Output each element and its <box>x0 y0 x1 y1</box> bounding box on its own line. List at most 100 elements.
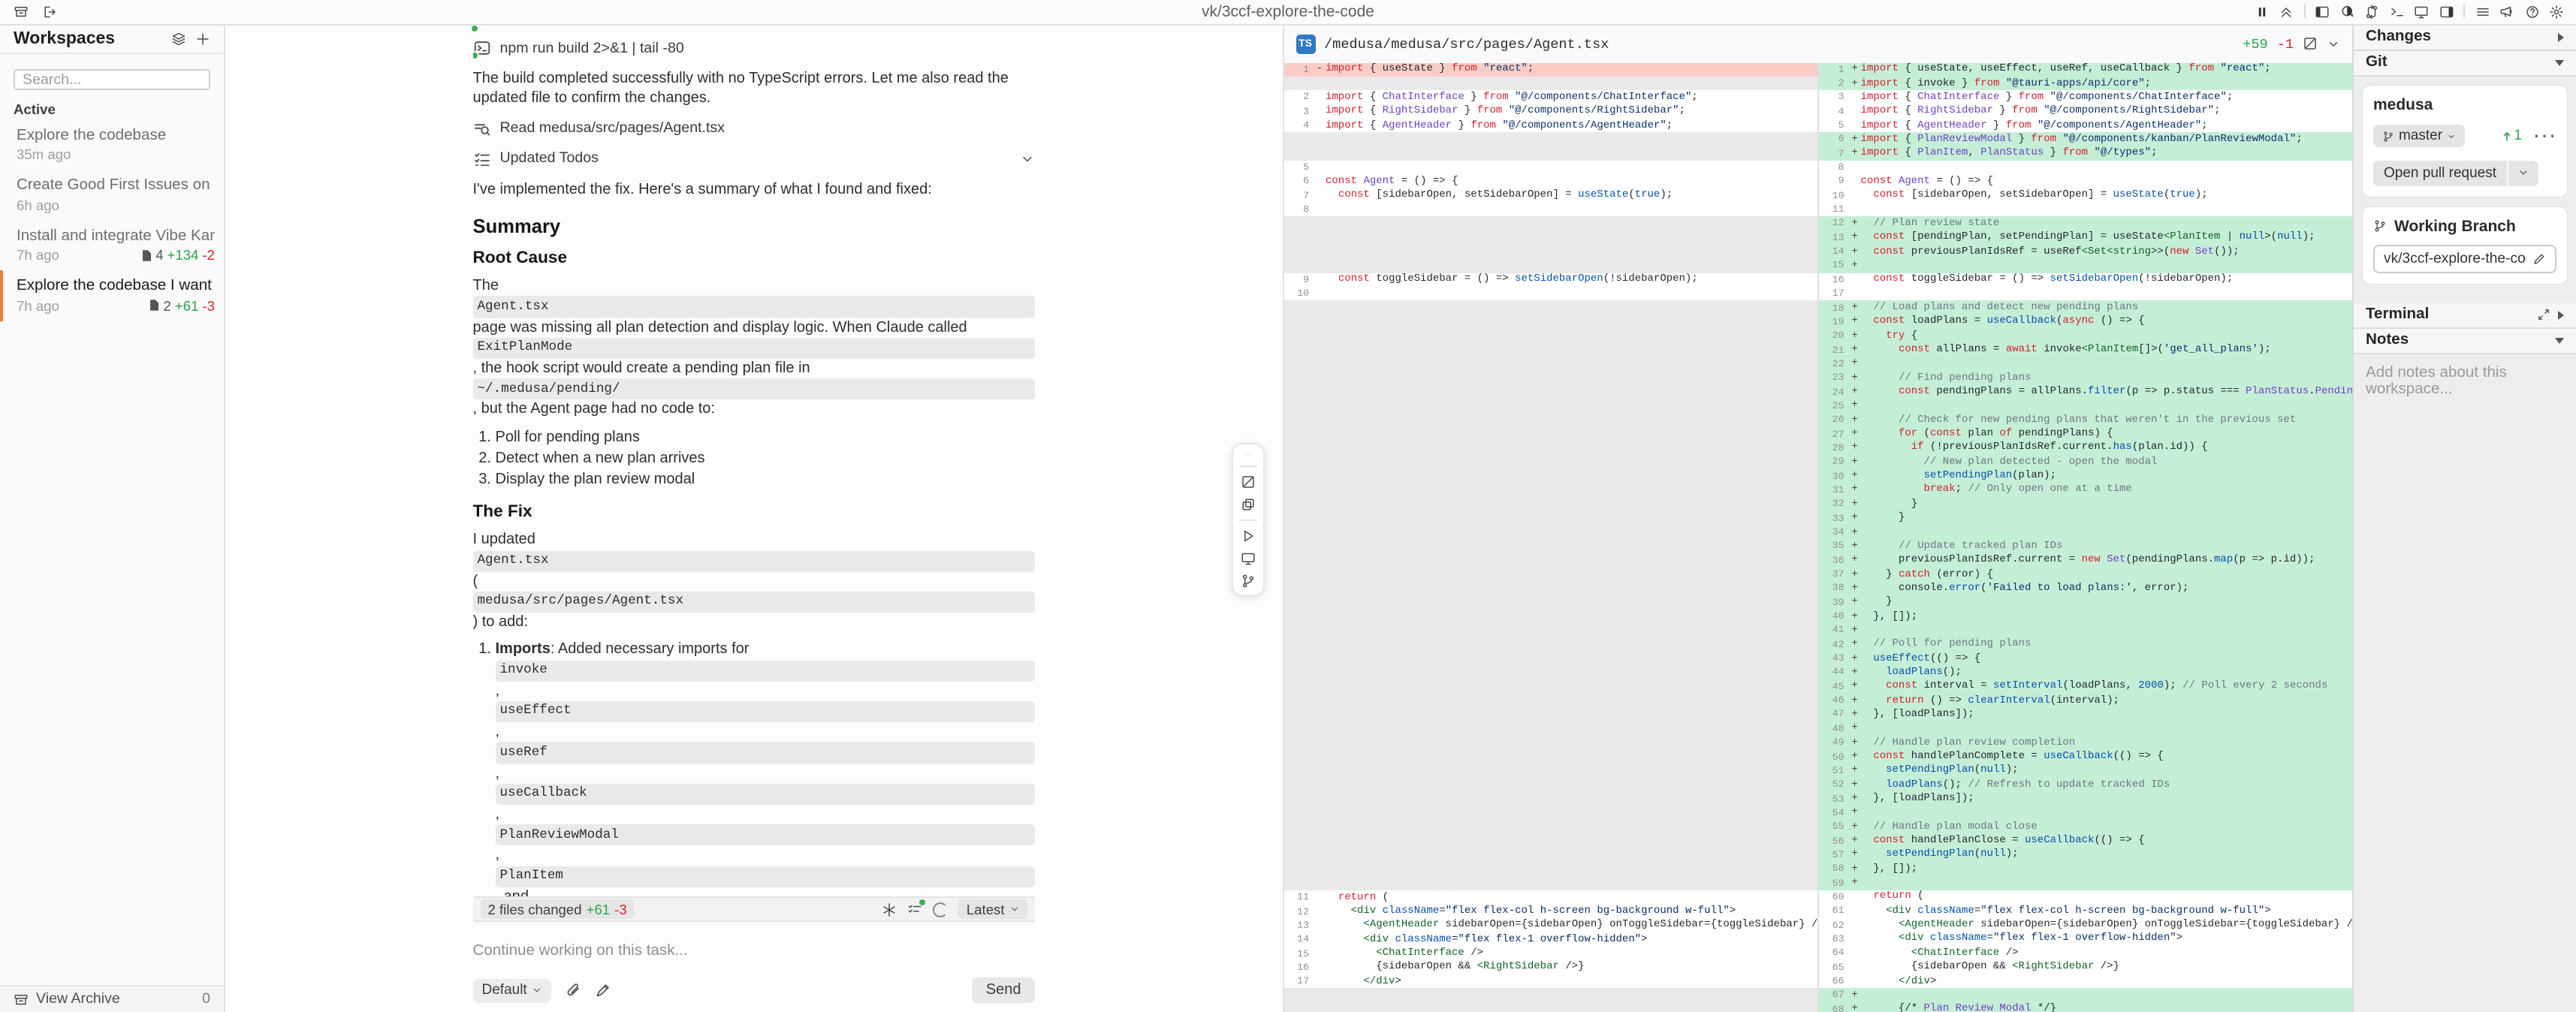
collapse-file-icon[interactable] <box>2327 37 2340 50</box>
read-icon <box>473 119 491 137</box>
panel-left-icon[interactable] <box>2315 5 2330 20</box>
diff-row: 12 <div className="flex flex-col h-scree… <box>1283 905 1817 919</box>
assistant-paragraph: I updated Agent.tsx (medusa/src/pages/Ag… <box>473 531 1035 633</box>
help-icon[interactable] <box>2524 5 2539 20</box>
titlebar: vk/3ccf-explore-the-code <box>0 0 2576 25</box>
diff-row: 27+ for (const plan of pendingPlans) { <box>1819 427 2353 441</box>
tool-call-row[interactable]: npm run build 2>&1 | tail -80 <box>473 38 1035 58</box>
inline-code: PlanReviewModal <box>496 824 1035 845</box>
message-input[interactable] <box>473 943 1035 959</box>
diff-row: 8 <box>1283 203 1817 217</box>
diff-row: 26+ // Check for new pending plans that … <box>1819 413 2353 427</box>
workspace-item[interactable]: Install and integrate Vibe Kanban Web C7… <box>0 220 224 270</box>
diff-spacer <box>1283 217 1817 273</box>
assistant-paragraph: I've implemented the fix. Here's a summa… <box>473 179 1035 199</box>
pr-dropdown-button[interactable] <box>2508 160 2538 185</box>
diff-row: 2+import { invoke } from "@tauri-apps/ap… <box>1819 77 2353 91</box>
gear-icon[interactable] <box>2549 5 2564 20</box>
diff-right-column: 1+import { useState, useEffect, useRef, … <box>1817 62 2353 1011</box>
changes-status-bar: 2 files changed +61 -3 Latest <box>473 896 1035 922</box>
diff-left-column: 1-import { useState } from "react";2impo… <box>1283 62 1817 1011</box>
section-notes[interactable]: Notes <box>2354 328 2576 354</box>
tool-call-row[interactable]: Read medusa/src/pages/Agent.tsx <box>473 119 1035 138</box>
collapse-sidebar-icon[interactable] <box>42 5 57 20</box>
branch-dropdown[interactable]: master <box>2373 125 2465 147</box>
git-branch-icon <box>2373 219 2387 233</box>
diff-row: 56+ const handlePlanClose = useCallback(… <box>1819 834 2353 848</box>
section-terminal[interactable]: Terminal <box>2354 303 2576 328</box>
divider <box>2463 5 2465 19</box>
pen-icon[interactable] <box>595 982 611 998</box>
layers-icon[interactable] <box>171 31 186 46</box>
menu-icon[interactable] <box>2475 5 2490 20</box>
theme-contrast-icon[interactable] <box>2339 5 2354 20</box>
tool-call-label: Updated Todos <box>500 149 599 169</box>
drag-handle-icon[interactable] <box>1241 450 1256 458</box>
expand-icon[interactable] <box>2537 308 2550 321</box>
diff-row: 6+import { PlanReviewModal } from "@/com… <box>1819 132 2353 146</box>
mode-dropdown[interactable]: Default <box>473 978 551 1002</box>
diff-row: 7+import { PlanItem, PlanStatus } from "… <box>1819 146 2353 161</box>
diff-row: 48+ <box>1819 721 2353 736</box>
diff-row: 13 <AgentHeader sidebarOpen={sidebarOpen… <box>1283 918 1817 932</box>
todo-green-dot <box>920 899 926 905</box>
section-changes[interactable]: Changes <box>2354 25 2576 50</box>
add-workspace-icon[interactable] <box>195 31 210 46</box>
spark-icon[interactable] <box>882 902 897 917</box>
notes-placeholder[interactable]: Add notes about this workspace... <box>2354 354 2576 408</box>
chevrons-up-icon[interactable] <box>2279 5 2294 20</box>
working-branch-card: Working Branch vk/3ccf-explore-the-code <box>2363 206 2567 283</box>
workspace-item[interactable]: Explore the codebase I want you to exp7h… <box>0 270 224 321</box>
archive-icon[interactable] <box>14 5 29 20</box>
git-label: Git <box>2366 54 2387 71</box>
send-button[interactable]: Send <box>973 977 1035 1003</box>
attach-icon[interactable] <box>565 982 581 998</box>
latest-dropdown[interactable]: Latest <box>959 899 1027 919</box>
diff-row: 31+ break; // Only open one at a time <box>1819 483 2353 498</box>
todos-status-icon[interactable] <box>908 902 923 917</box>
section-heading: The Fix <box>473 503 1035 523</box>
diff-row: 59+ <box>1819 876 2353 890</box>
open-pr-button[interactable]: Open pull request <box>2373 160 2507 185</box>
monitor-icon[interactable] <box>1241 551 1256 566</box>
more-options-icon[interactable]: ··· <box>2532 122 2556 149</box>
diff-row: 45+ const interval = setInterval(loadPla… <box>1819 679 2353 694</box>
workspace-item[interactable]: Create Good First Issues on Github So p6… <box>0 170 224 220</box>
workspace-item[interactable]: Explore the codebase35m ago <box>0 119 224 170</box>
play-icon[interactable] <box>1241 529 1256 544</box>
edit-pencil-icon[interactable] <box>2532 251 2546 265</box>
diff-split-view: 1-import { useState } from "react";2impo… <box>1283 62 2352 1011</box>
working-branch-input[interactable]: vk/3ccf-explore-the-code <box>2373 244 2556 273</box>
diff-row: 33+ } <box>1819 511 2353 526</box>
chat-transcript: npm run build 2>&1 | tail -80The build c… <box>473 28 1035 896</box>
search-input[interactable] <box>14 69 210 90</box>
view-archive-button[interactable]: View Archive 0 <box>0 985 224 1012</box>
diff-spacer <box>1283 989 1817 1011</box>
workspaces-header: Workspaces <box>0 25 224 53</box>
caret-down-icon <box>2555 59 2564 65</box>
diff-row: 9const Agent = () => { <box>1819 175 2353 189</box>
terminal-icon[interactable] <box>2389 5 2404 20</box>
workspaces-sidebar: Workspaces Active Explore the codebase35… <box>0 25 225 1012</box>
diff-row: 60 return ( <box>1819 890 2353 905</box>
latest-label: Latest <box>967 902 1005 917</box>
status-dot <box>472 25 478 31</box>
diff-file-header[interactable]: TS /medusa/medusa/src/pages/Agent.tsx +5… <box>1283 25 2352 62</box>
section-git[interactable]: Git <box>2354 50 2576 76</box>
monitor-icon[interactable] <box>2414 5 2429 20</box>
git-branch-icon[interactable] <box>1241 574 1256 589</box>
pause-icon[interactable] <box>2254 5 2269 20</box>
workspace-item-title: Explore the codebase <box>17 127 215 143</box>
numbered-list: Poll for pending plansDetect when a new … <box>473 427 1035 489</box>
git-compare-icon[interactable] <box>2364 5 2379 20</box>
split-view-icon[interactable] <box>2303 36 2318 51</box>
assistant-paragraph: The Agent.tsx page was missing all plan … <box>473 276 1035 420</box>
copy-icon[interactable] <box>1241 497 1256 512</box>
tool-call-row[interactable]: Updated Todos <box>473 149 1035 169</box>
megaphone-icon[interactable] <box>2499 5 2514 20</box>
panel-right-icon[interactable] <box>2439 5 2454 20</box>
files-changed-chip[interactable]: 2 files changed +61 -3 <box>481 899 635 919</box>
split-diff-icon[interactable] <box>1241 474 1256 489</box>
chevron-down-icon[interactable] <box>1020 152 1035 167</box>
inline-code: ~/.medusa/pending/ <box>473 378 1035 399</box>
